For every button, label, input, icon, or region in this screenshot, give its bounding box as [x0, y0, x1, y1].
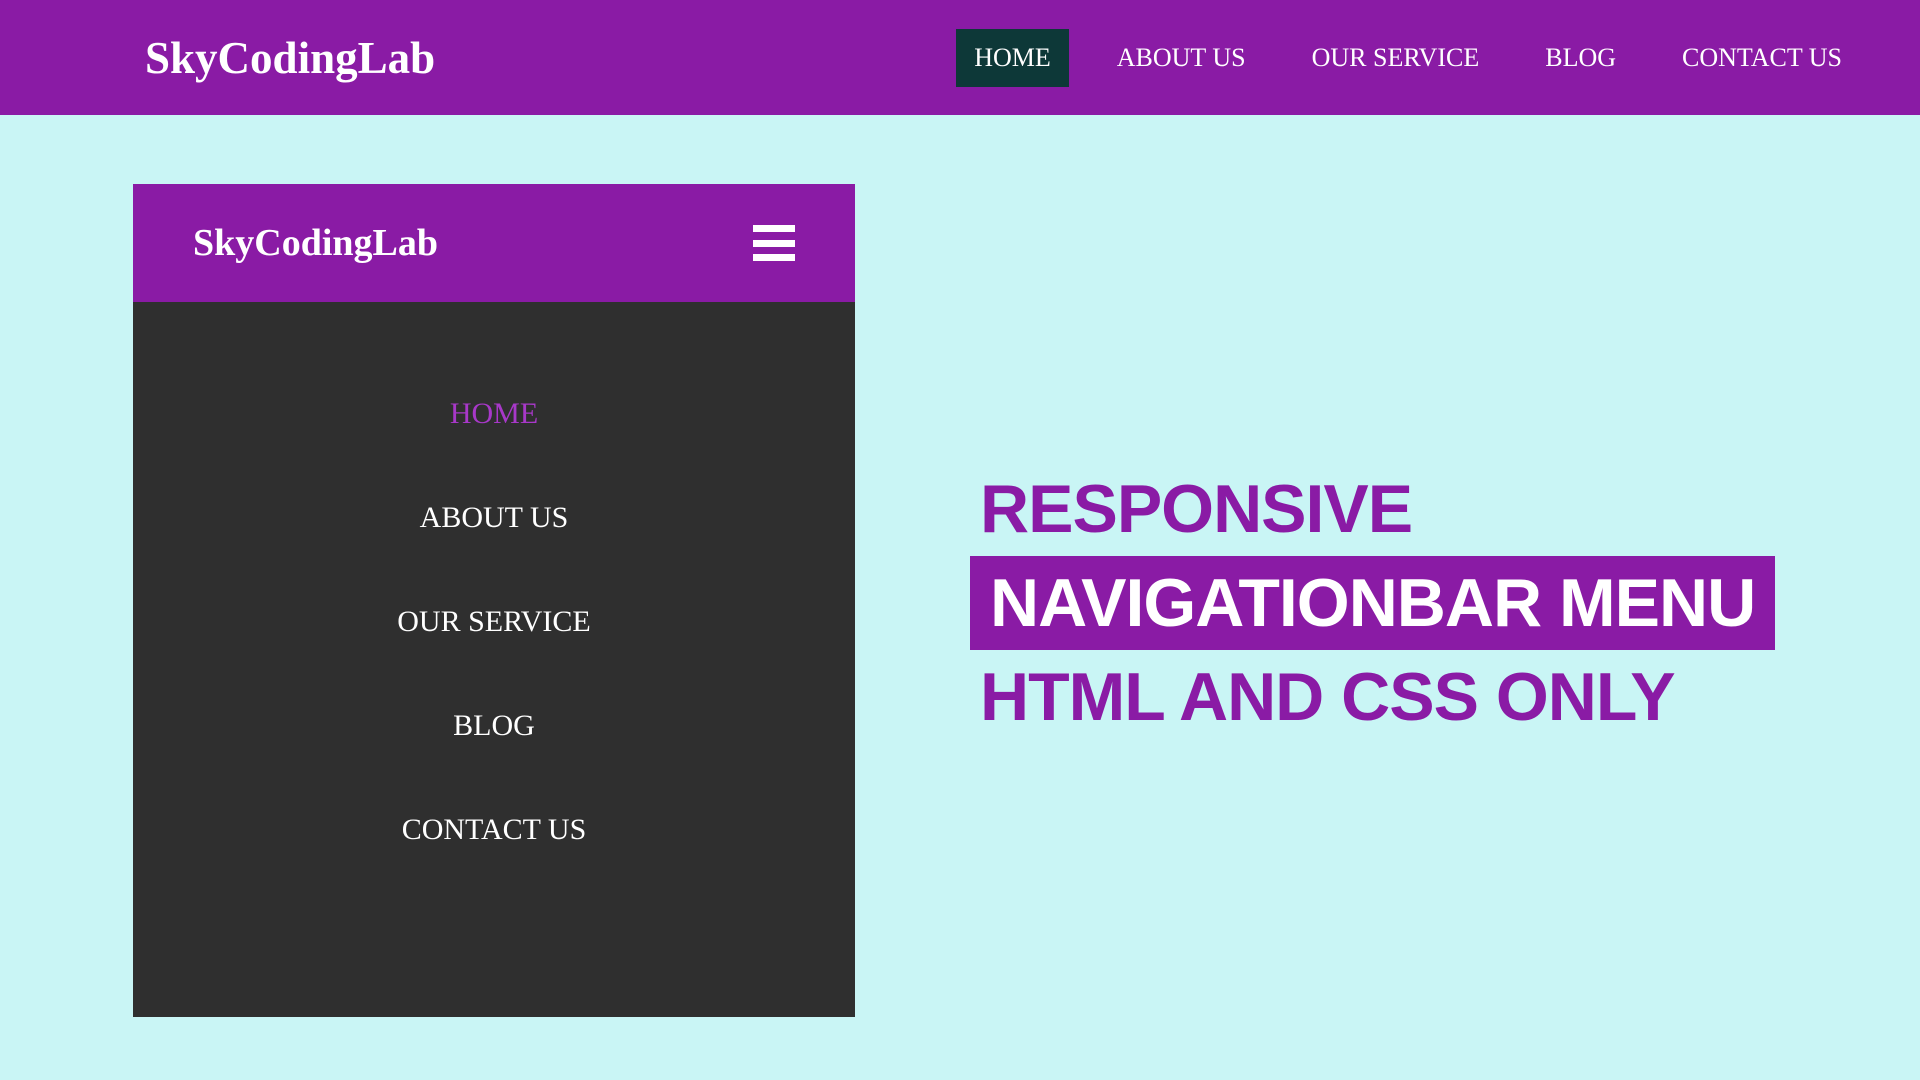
brand-logo-mobile[interactable]: SkyCodingLab: [193, 221, 438, 265]
mobile-nav-about-us[interactable]: ABOUT US: [420, 466, 569, 570]
top-nav-items: HOME ABOUT US OUR SERVICE BLOG CONTACT U…: [956, 29, 1860, 87]
hero-text: RESPONSIVE NAVIGATIONBAR MENU HTML AND C…: [980, 470, 1775, 736]
hero-line-3: HTML AND CSS ONLY: [980, 658, 1775, 736]
brand-logo-top[interactable]: SkyCodingLab: [145, 32, 435, 84]
mobile-header: SkyCodingLab: [133, 184, 855, 302]
mobile-nav-blog[interactable]: BLOG: [453, 674, 535, 778]
nav-our-service[interactable]: OUR SERVICE: [1294, 29, 1498, 87]
hamburger-line: [753, 225, 795, 232]
nav-contact-us[interactable]: CONTACT US: [1664, 29, 1860, 87]
nav-about-us[interactable]: ABOUT US: [1099, 29, 1264, 87]
mobile-menu: HOME ABOUT US OUR SERVICE BLOG CONTACT U…: [133, 302, 855, 1017]
mobile-nav-contact-us[interactable]: CONTACT US: [402, 778, 587, 882]
hero-line-2: NAVIGATIONBAR MENU: [970, 556, 1775, 650]
top-navbar: SkyCodingLab HOME ABOUT US OUR SERVICE B…: [0, 0, 1920, 115]
mobile-nav-our-service[interactable]: OUR SERVICE: [397, 570, 590, 674]
hero-line-1: RESPONSIVE: [980, 470, 1775, 548]
mobile-preview: SkyCodingLab HOME ABOUT US OUR SERVICE B…: [133, 184, 855, 1017]
hamburger-icon[interactable]: [753, 225, 795, 261]
hamburger-line: [753, 254, 795, 261]
nav-home[interactable]: HOME: [956, 29, 1069, 87]
mobile-nav-home[interactable]: HOME: [450, 362, 538, 466]
nav-blog[interactable]: BLOG: [1527, 29, 1634, 87]
hamburger-line: [753, 240, 795, 247]
